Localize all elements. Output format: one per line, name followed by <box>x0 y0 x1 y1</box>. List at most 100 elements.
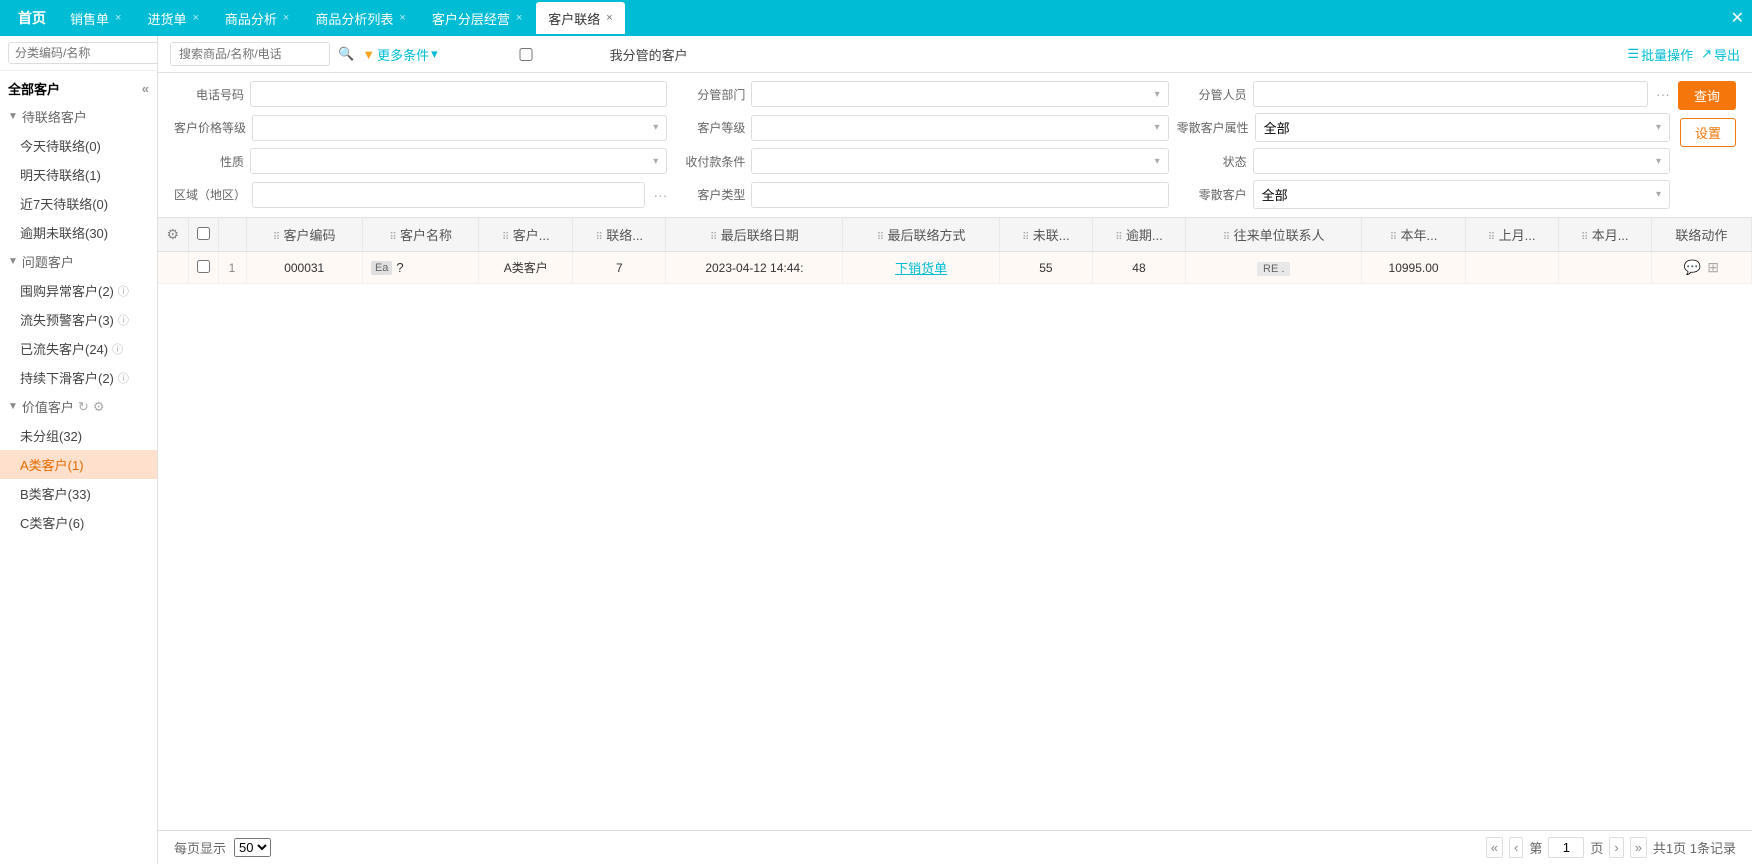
info-icon: ⓘ <box>118 370 129 386</box>
sidebar-item-ungrouped[interactable]: 未分组(32) <box>0 421 157 450</box>
my-customer-checkbox[interactable]: 我分管的客户 <box>446 45 688 64</box>
retail-input[interactable]: 全部 ▾ <box>1253 180 1670 209</box>
sidebar-collapse-button[interactable]: « <box>142 81 149 96</box>
col-code[interactable]: ⠿ 客户编码 <box>246 218 362 252</box>
nav-tab-purchase[interactable]: 进货单 × <box>135 2 210 34</box>
more-filter-button[interactable]: ▼ 更多条件 ▾ <box>362 45 437 64</box>
close-icon[interactable]: × <box>516 12 522 24</box>
close-icon[interactable]: × <box>283 12 289 24</box>
col-checkbox[interactable] <box>188 218 218 252</box>
col-sort-icon: ⠿ <box>1223 232 1230 243</box>
nav-tab-customer-mgmt[interactable]: 客户分层经营 × <box>420 2 534 34</box>
sidebar-item-churned[interactable]: 已流失客户(24) ⓘ <box>0 334 157 363</box>
chevron-down-icon: ▾ <box>1656 156 1661 167</box>
message-icon[interactable]: 💬 <box>1684 259 1701 276</box>
per-page-select[interactable]: 50 <box>234 838 271 857</box>
more-icon[interactable]: ··· <box>653 187 667 203</box>
select-all-checkbox[interactable] <box>197 227 210 240</box>
nature-input[interactable]: ▾ <box>250 148 667 174</box>
sidebar-item-7days[interactable]: 近7天待联络(0) <box>0 189 157 218</box>
sidebar-item-churn-warning[interactable]: 流失预警客户(3) ⓘ <box>0 305 157 334</box>
last-page-button[interactable]: » <box>1630 837 1647 858</box>
footer-left: 每页显示 50 <box>174 838 271 857</box>
customer-type-input[interactable] <box>751 182 1168 208</box>
search-input[interactable] <box>170 42 330 66</box>
all-customers-label: 全部客户 <box>8 79 60 98</box>
batch-op-button[interactable]: ☰ 批量操作 <box>1627 45 1693 64</box>
payment-input[interactable]: ▾ <box>751 148 1168 174</box>
sidebar-item-abnormal[interactable]: 囤购异常客户(2) ⓘ <box>0 276 157 305</box>
close-icon[interactable]: × <box>192 12 198 24</box>
sidebar-search-input[interactable] <box>8 42 158 64</box>
gear-icon[interactable]: ⚙ <box>166 226 179 242</box>
close-all-button[interactable]: ✕ <box>1731 8 1744 28</box>
sidebar-item-tomorrow[interactable]: 明天待联络(1) <box>0 160 157 189</box>
status-input[interactable]: ▾ <box>1253 148 1670 174</box>
name-text: ? <box>396 260 403 275</box>
col-name[interactable]: ⠿ 客户名称 <box>362 218 478 252</box>
row-type: A类客户 <box>479 252 573 284</box>
nav-tab-analysis-list[interactable]: 商品分析列表 × <box>303 2 417 34</box>
col-this-year[interactable]: ⠿ 本年... <box>1362 218 1465 252</box>
nav-tab-analysis[interactable]: 商品分析 × <box>213 2 301 34</box>
prev-page-button[interactable]: ‹ <box>1509 837 1523 858</box>
page-number-input[interactable] <box>1548 837 1584 858</box>
col-sort-icon: ⠿ <box>596 232 603 243</box>
phone-input[interactable] <box>250 81 667 107</box>
row-select-checkbox[interactable] <box>197 260 210 273</box>
export-button[interactable]: ↗ 导出 <box>1701 45 1740 64</box>
sidebar-group-problem[interactable]: ▼ 问题客户 <box>0 247 157 276</box>
dept-input[interactable]: ▾ <box>751 81 1168 107</box>
field-nature: 性质 ▾ <box>174 148 667 174</box>
data-table-section: ⚙ ⠿ 客户编码 ⠿ 客户名称 <box>158 218 1752 830</box>
col-uncontacted[interactable]: ⠿ 未联... <box>999 218 1092 252</box>
sidebar-item-b-class[interactable]: B类客户(33) <box>0 479 157 508</box>
row-this-year: 10995.00 <box>1362 252 1465 284</box>
row-overdue: 48 <box>1092 252 1185 284</box>
nav-tab-sales[interactable]: 销售单 × <box>58 2 133 34</box>
sidebar-item-a-class[interactable]: A类客户(1) <box>0 450 157 479</box>
main-layout: 🔍 全部客户 « ▼ 待联络客户 今天待联络(0) 明天待联络(1) 近7天待联… <box>0 36 1752 864</box>
first-page-button[interactable]: « <box>1486 837 1503 858</box>
settings-button[interactable]: 设置 <box>1680 118 1736 147</box>
sidebar-item-declining[interactable]: 持续下滑客户(2) ⓘ <box>0 363 157 392</box>
manager-input[interactable] <box>1253 81 1648 107</box>
settings-icon[interactable]: ⚙ <box>93 399 105 415</box>
col-type[interactable]: ⠿ 客户... <box>479 218 573 252</box>
close-icon[interactable]: × <box>399 12 405 24</box>
next-page-button[interactable]: › <box>1609 837 1623 858</box>
query-button[interactable]: 查询 <box>1678 81 1736 110</box>
close-icon[interactable]: × <box>606 12 612 24</box>
refresh-icon[interactable]: ↻ <box>78 399 89 415</box>
sidebar-group-value[interactable]: ▼ 价值客户 ↻ ⚙ <box>0 392 157 421</box>
col-unit-contact[interactable]: ⠿ 往来单位联系人 <box>1186 218 1362 252</box>
col-last-date[interactable]: ⠿ 最后联络日期 <box>666 218 843 252</box>
col-contact[interactable]: ⠿ 联络... <box>573 218 666 252</box>
sidebar-item-today[interactable]: 今天待联络(0) <box>0 131 157 160</box>
col-last-month[interactable]: ⠿ 上月... <box>1465 218 1558 252</box>
sidebar-item-overdue[interactable]: 逾期未联络(30) <box>0 218 157 247</box>
close-icon[interactable]: × <box>115 12 121 24</box>
col-this-month[interactable]: ⠿ 本月... <box>1558 218 1651 252</box>
col-gear[interactable]: ⚙ <box>158 218 188 252</box>
nav-tab-customer-contact[interactable]: 客户联络 × <box>536 2 624 34</box>
nav-home[interactable]: 首页 <box>8 4 56 32</box>
price-level-input[interactable]: ▾ <box>252 115 667 141</box>
chevron-down-icon: ▾ <box>1155 89 1160 100</box>
row-last-method[interactable]: 下销货单 <box>843 252 999 284</box>
sidebar-group-pending[interactable]: ▼ 待联络客户 <box>0 102 157 131</box>
row-name: Ea ? <box>362 252 478 284</box>
last-method-link[interactable]: 下销货单 <box>895 261 947 276</box>
row-checkbox[interactable] <box>188 252 218 284</box>
customer-level-input[interactable]: ▾ <box>751 115 1168 141</box>
col-sort-icon: ⠿ <box>1390 232 1397 243</box>
col-last-method[interactable]: ⠿ 最后联络方式 <box>843 218 999 252</box>
retail-attr-input[interactable]: 全部 ▾ <box>1255 113 1670 142</box>
more-icon[interactable]: ··· <box>1656 86 1670 102</box>
my-customer-check[interactable] <box>446 48 606 61</box>
record-icon[interactable]: ⊞ <box>1707 259 1719 276</box>
filter-search-icon[interactable]: 🔍 <box>338 46 354 62</box>
region-input[interactable] <box>252 182 645 208</box>
sidebar-item-c-class[interactable]: C类客户(6) <box>0 508 157 537</box>
col-overdue[interactable]: ⠿ 逾期... <box>1092 218 1185 252</box>
